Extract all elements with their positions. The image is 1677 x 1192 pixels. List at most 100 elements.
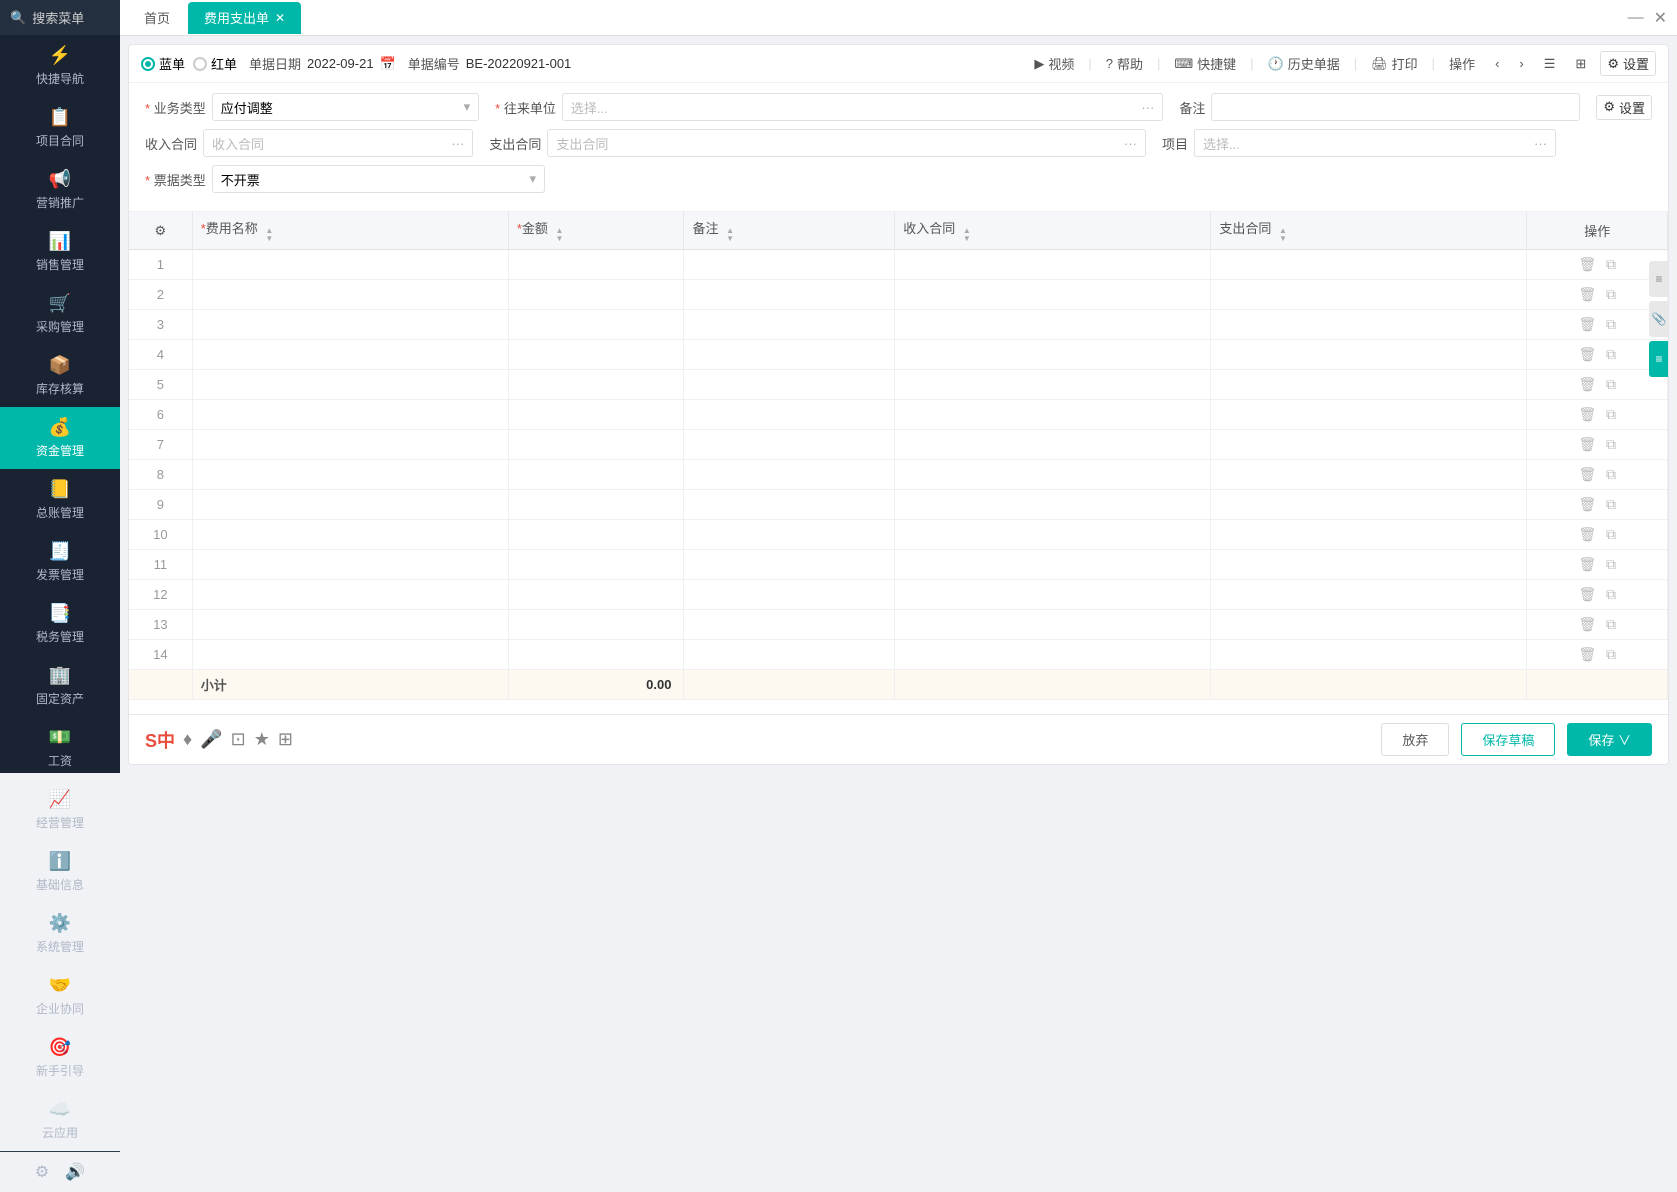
note-cell-12[interactable]	[684, 580, 895, 610]
copy-icon-9[interactable]: ⧉	[1606, 496, 1616, 512]
copy-icon-8[interactable]: ⧉	[1606, 466, 1616, 482]
delete-icon-6[interactable]: 🗑	[1579, 406, 1597, 422]
amount-cell-14[interactable]	[508, 640, 684, 670]
edge-button-3[interactable]: ≡	[1649, 341, 1669, 377]
sidebar-item-capital[interactable]: 💰 资金管理	[0, 407, 120, 469]
sidebar-item-enterprise[interactable]: 🤝 企业协同	[0, 965, 120, 1027]
expense-name-cell-5[interactable]	[192, 370, 508, 400]
sidebar-item-inventory[interactable]: 📦 库存核算	[0, 345, 120, 407]
income-contract-cell-7[interactable]	[895, 430, 1211, 460]
income-contract-cell-8[interactable]	[895, 460, 1211, 490]
income-contract-cell-9[interactable]	[895, 490, 1211, 520]
sidebar-item-quick-nav[interactable]: ⚡ 快捷导航	[0, 35, 120, 97]
actions-button[interactable]: 操作	[1443, 52, 1481, 75]
edge-button-1[interactable]: ≡	[1649, 261, 1669, 297]
note-cell-5[interactable]	[684, 370, 895, 400]
view-grid-button[interactable]: ⊞	[1569, 54, 1592, 74]
note-cell-11[interactable]	[684, 550, 895, 580]
sidebar-item-salary[interactable]: 💵 工资	[0, 717, 120, 779]
help-button[interactable]: ? 帮助	[1100, 52, 1149, 75]
sidebar-item-procurement[interactable]: 🛒 采购管理	[0, 283, 120, 345]
delete-icon-5[interactable]: 🗑	[1579, 376, 1597, 392]
amount-cell-10[interactable]	[508, 520, 684, 550]
date-value[interactable]: 2022-09-21	[307, 56, 374, 71]
copy-icon-11[interactable]: ⧉	[1606, 556, 1616, 572]
income-contract-cell-12[interactable]	[895, 580, 1211, 610]
copy-icon-10[interactable]: ⧉	[1606, 526, 1616, 542]
income-contract-cell-14[interactable]	[895, 640, 1211, 670]
amount-cell-13[interactable]	[508, 610, 684, 640]
col-settings-header[interactable]: ⚙	[129, 212, 192, 250]
note-cell-14[interactable]	[684, 640, 895, 670]
calendar-icon[interactable]: 📅	[380, 56, 396, 72]
copy-icon-2[interactable]: ⧉	[1606, 286, 1616, 302]
expense-contract-cell-11[interactable]	[1211, 550, 1527, 580]
business-type-select[interactable]: 应付调整 ▾	[212, 93, 479, 121]
save-draft-button[interactable]: 保存草稿	[1461, 723, 1555, 756]
settings-icon[interactable]: ⚙	[35, 1162, 49, 1182]
amount-cell-3[interactable]	[508, 310, 684, 340]
expense-name-cell-8[interactable]	[192, 460, 508, 490]
radio-blue[interactable]: 蓝单	[141, 54, 185, 73]
sidebar-item-basic-info[interactable]: ℹ️ 基础信息	[0, 841, 120, 903]
expense-name-cell-6[interactable]	[192, 400, 508, 430]
income-contract-cell-10[interactable]	[895, 520, 1211, 550]
income-contract-input[interactable]: 收入合同 ···	[203, 129, 473, 157]
amount-cell-9[interactable]	[508, 490, 684, 520]
note-input[interactable]	[1211, 93, 1580, 121]
amount-cell-1[interactable]	[508, 250, 684, 280]
expense-name-cell-9[interactable]	[192, 490, 508, 520]
discard-button[interactable]: 放弃	[1381, 723, 1449, 756]
income-contract-cell-5[interactable]	[895, 370, 1211, 400]
delete-icon-14[interactable]: 🗑	[1579, 646, 1597, 662]
shortcut-button[interactable]: ⌨ 快捷键	[1168, 52, 1242, 75]
expense-contract-cell-12[interactable]	[1211, 580, 1527, 610]
volume-icon[interactable]: 🔊	[65, 1162, 85, 1182]
invoice-type-select[interactable]: 不开票 ▾	[212, 165, 545, 193]
expense-contract-cell-8[interactable]	[1211, 460, 1527, 490]
right-settings-button[interactable]: ⚙ 设置	[1596, 95, 1652, 120]
project-input[interactable]: 选择... ···	[1194, 129, 1556, 157]
copy-icon-4[interactable]: ⧉	[1606, 346, 1616, 362]
number-value[interactable]: BE-20220921-001	[466, 56, 572, 71]
print-button[interactable]: 🖨 打印	[1365, 52, 1424, 75]
note-cell-10[interactable]	[684, 520, 895, 550]
note-cell-3[interactable]	[684, 310, 895, 340]
note-cell-4[interactable]	[684, 340, 895, 370]
delete-icon-11[interactable]: 🗑	[1579, 556, 1597, 572]
copy-icon-3[interactable]: ⧉	[1606, 316, 1616, 332]
amount-cell-4[interactable]	[508, 340, 684, 370]
tab-close-expense[interactable]: ✕	[275, 11, 285, 25]
amount-cell-6[interactable]	[508, 400, 684, 430]
edge-button-2[interactable]: 📎	[1649, 301, 1669, 337]
expense-contract-cell-10[interactable]	[1211, 520, 1527, 550]
expense-contract-cell-7[interactable]	[1211, 430, 1527, 460]
delete-icon-4[interactable]: 🗑	[1579, 346, 1597, 362]
sidebar-item-marketing[interactable]: 📢 营销推广	[0, 159, 120, 221]
expense-contract-cell-13[interactable]	[1211, 610, 1527, 640]
copy-icon-12[interactable]: ⧉	[1606, 586, 1616, 602]
expense-contract-cell-5[interactable]	[1211, 370, 1527, 400]
expense-contract-input[interactable]: 支出合同 ···	[547, 129, 1146, 157]
sort-note-icon[interactable]: ▲▼	[726, 227, 734, 243]
expense-name-cell-2[interactable]	[192, 280, 508, 310]
sidebar-item-project-contract[interactable]: 📋 项目合同	[0, 97, 120, 159]
grid-small-icon[interactable]: ⊡	[231, 729, 246, 750]
delete-icon-1[interactable]: 🗑	[1579, 256, 1597, 272]
copy-icon-7[interactable]: ⧉	[1606, 436, 1616, 452]
diamond-icon[interactable]: ♦	[183, 729, 192, 750]
note-cell-9[interactable]	[684, 490, 895, 520]
sort-expenditure-icon[interactable]: ▲▼	[1279, 227, 1287, 243]
note-cell-7[interactable]	[684, 430, 895, 460]
copy-icon-13[interactable]: ⧉	[1606, 616, 1616, 632]
amount-cell-2[interactable]	[508, 280, 684, 310]
close-button[interactable]: ✕	[1652, 6, 1669, 30]
note-cell-8[interactable]	[684, 460, 895, 490]
delete-icon-13[interactable]: 🗑	[1579, 616, 1597, 632]
minimize-button[interactable]: —	[1626, 7, 1646, 29]
sidebar-item-new-guide[interactable]: 🎯 新手引导	[0, 1027, 120, 1089]
sidebar-item-accounting[interactable]: 📒 总账管理	[0, 469, 120, 531]
amount-cell-12[interactable]	[508, 580, 684, 610]
nav-prev-button[interactable]: ‹	[1489, 54, 1505, 73]
copy-icon-6[interactable]: ⧉	[1606, 406, 1616, 422]
